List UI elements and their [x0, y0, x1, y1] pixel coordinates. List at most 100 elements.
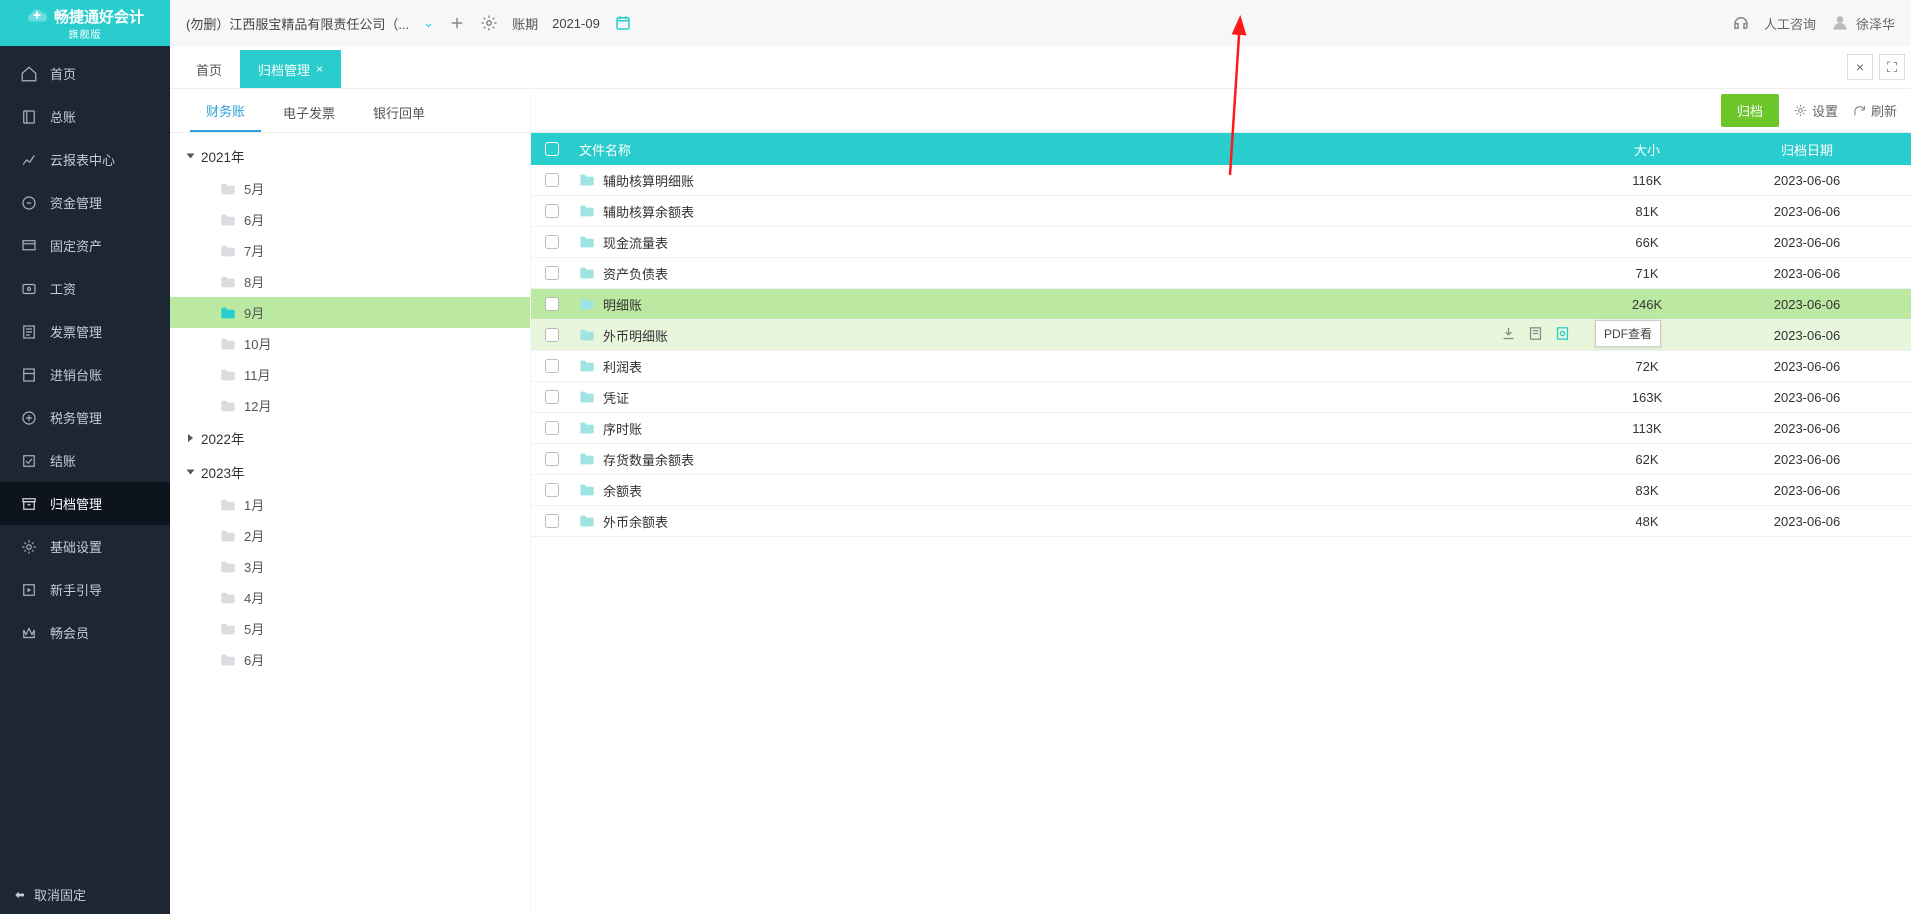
calendar-icon[interactable]: [614, 14, 632, 32]
table-row[interactable]: 外币明细账 5K 2023-06-06 PDF查看: [531, 320, 1911, 351]
sidebar-item-ledger[interactable]: 进销台账: [0, 353, 170, 396]
table-row[interactable]: 明细账 246K 2023-06-06: [531, 289, 1911, 320]
row-checkbox[interactable]: [545, 359, 559, 373]
month-8月[interactable]: 8月: [170, 266, 530, 297]
period-label: 账期: [512, 14, 538, 33]
plus-icon[interactable]: [448, 14, 466, 32]
subtab-bank[interactable]: 银行回单: [357, 103, 441, 132]
month-5月[interactable]: 5月: [170, 173, 530, 204]
archive-button[interactable]: 归档: [1721, 94, 1779, 127]
sidebar-item-vip[interactable]: 畅会员: [0, 611, 170, 654]
tab-close-all[interactable]: ×: [1847, 54, 1873, 80]
table-row[interactable]: 存货数量余额表 62K 2023-06-06: [531, 444, 1911, 475]
year-2022年[interactable]: 2022年: [170, 421, 530, 455]
sidebar-item-chart[interactable]: 云报表中心: [0, 138, 170, 181]
consult-label[interactable]: 人工咨询: [1764, 14, 1816, 33]
month-7月[interactable]: 7月: [170, 235, 530, 266]
month-6月[interactable]: 6月: [170, 204, 530, 235]
user-menu[interactable]: 徐泽华: [1830, 13, 1895, 33]
row-checkbox[interactable]: [545, 483, 559, 497]
company-selector[interactable]: (勿删）江西服宝精品有限责任公司（...: [186, 14, 409, 33]
table-row[interactable]: 辅助核算余额表 81K 2023-06-06: [531, 196, 1911, 227]
company-dropdown-icon[interactable]: ⌄: [423, 15, 434, 31]
download-icon[interactable]: [1500, 325, 1517, 345]
book-icon: [20, 108, 38, 126]
col-date[interactable]: 归档日期: [1717, 140, 1897, 159]
table-row[interactable]: 资产负债表 71K 2023-06-06: [531, 258, 1911, 289]
row-checkbox[interactable]: [545, 297, 559, 311]
month-9月[interactable]: 9月: [170, 297, 530, 328]
sidebar-item-close-books[interactable]: 结账: [0, 439, 170, 482]
row-checkbox[interactable]: [545, 204, 559, 218]
row-checkbox[interactable]: [545, 266, 559, 280]
table-row[interactable]: 辅助核算明细账 116K 2023-06-06: [531, 165, 1911, 196]
period-value[interactable]: 2021-09: [552, 16, 600, 31]
sidebar-unpin[interactable]: 取消固定: [0, 875, 170, 914]
close-icon[interactable]: ×: [316, 62, 323, 76]
sidebar-item-tax[interactable]: 税务管理: [0, 396, 170, 439]
vip-icon: [20, 624, 38, 642]
gear-icon[interactable]: [480, 14, 498, 32]
file-size: 71K: [1577, 266, 1717, 281]
col-name[interactable]: 文件名称: [579, 140, 1577, 159]
sidebar-item-invoice[interactable]: 发票管理: [0, 310, 170, 353]
month-3月[interactable]: 3月: [170, 551, 530, 582]
row-checkbox[interactable]: [545, 514, 559, 528]
pdf-view-icon[interactable]: [1554, 325, 1571, 345]
row-checkbox[interactable]: [545, 235, 559, 249]
row-checkbox[interactable]: [545, 452, 559, 466]
folder-icon: [220, 622, 236, 636]
month-11月[interactable]: 11月: [170, 359, 530, 390]
folder-icon: [579, 483, 595, 497]
table-row[interactable]: 凭证 163K 2023-06-06: [531, 382, 1911, 413]
month-10月[interactable]: 10月: [170, 328, 530, 359]
sidebar-item-label: 结账: [50, 451, 76, 470]
month-2月[interactable]: 2月: [170, 520, 530, 551]
table-row[interactable]: 现金流量表 66K 2023-06-06: [531, 227, 1911, 258]
month-6月[interactable]: 6月: [170, 644, 530, 675]
row-checkbox[interactable]: [545, 328, 559, 342]
month-12月[interactable]: 12月: [170, 390, 530, 421]
month-4月[interactable]: 4月: [170, 582, 530, 613]
row-checkbox[interactable]: [545, 390, 559, 404]
brand-logo[interactable]: 畅捷通好会计 旗舰版: [0, 0, 170, 46]
col-size[interactable]: 大小: [1577, 140, 1717, 159]
table-row[interactable]: 外币余额表 48K 2023-06-06: [531, 506, 1911, 537]
table-row[interactable]: 序时账 113K 2023-06-06: [531, 413, 1911, 444]
subtab-einvoice[interactable]: 电子发票: [267, 103, 351, 132]
sidebar: 畅捷通好会计 旗舰版 首页总账云报表中心资金管理固定资产工资发票管理进销台账税务…: [0, 0, 170, 914]
month-1月[interactable]: 1月: [170, 489, 530, 520]
settings-button[interactable]: 设置: [1793, 101, 1838, 120]
file-name: 外币明细账: [603, 326, 668, 345]
table-row[interactable]: 余额表 83K 2023-06-06: [531, 475, 1911, 506]
preview-icon[interactable]: [1527, 325, 1544, 345]
file-size: 116K: [1577, 173, 1717, 188]
sidebar-item-label: 畅会员: [50, 623, 89, 642]
headset-icon[interactable]: [1732, 14, 1750, 32]
sidebar-item-asset[interactable]: 固定资产: [0, 224, 170, 267]
month-5月[interactable]: 5月: [170, 613, 530, 644]
tab-archive[interactable]: 归档管理 ×: [240, 50, 341, 88]
sidebar-item-guide[interactable]: 新手引导: [0, 568, 170, 611]
tab-home[interactable]: 首页: [178, 50, 240, 88]
sidebar-item-salary[interactable]: 工资: [0, 267, 170, 310]
sidebar-item-book[interactable]: 总账: [0, 95, 170, 138]
table-row[interactable]: 利润表 72K 2023-06-06: [531, 351, 1911, 382]
sidebar-item-home[interactable]: 首页: [0, 52, 170, 95]
sidebar-item-settings[interactable]: 基础设置: [0, 525, 170, 568]
sidebar-item-wallet[interactable]: 资金管理: [0, 181, 170, 224]
sidebar-item-label: 工资: [50, 279, 76, 298]
tab-fullscreen[interactable]: ⛶: [1879, 54, 1905, 80]
row-checkbox[interactable]: [545, 173, 559, 187]
header-checkbox[interactable]: [545, 142, 559, 156]
year-2023年[interactable]: 2023年: [170, 455, 530, 489]
refresh-button[interactable]: 刷新: [1852, 101, 1897, 120]
row-checkbox[interactable]: [545, 421, 559, 435]
file-name: 明细账: [603, 295, 642, 314]
sidebar-item-archive[interactable]: 归档管理: [0, 482, 170, 525]
year-2021年[interactable]: 2021年: [170, 139, 530, 173]
folder-icon: [579, 421, 595, 435]
subtab-finance[interactable]: 财务账: [190, 101, 261, 132]
ledger-icon: [20, 366, 38, 384]
settings-icon: [20, 538, 38, 556]
